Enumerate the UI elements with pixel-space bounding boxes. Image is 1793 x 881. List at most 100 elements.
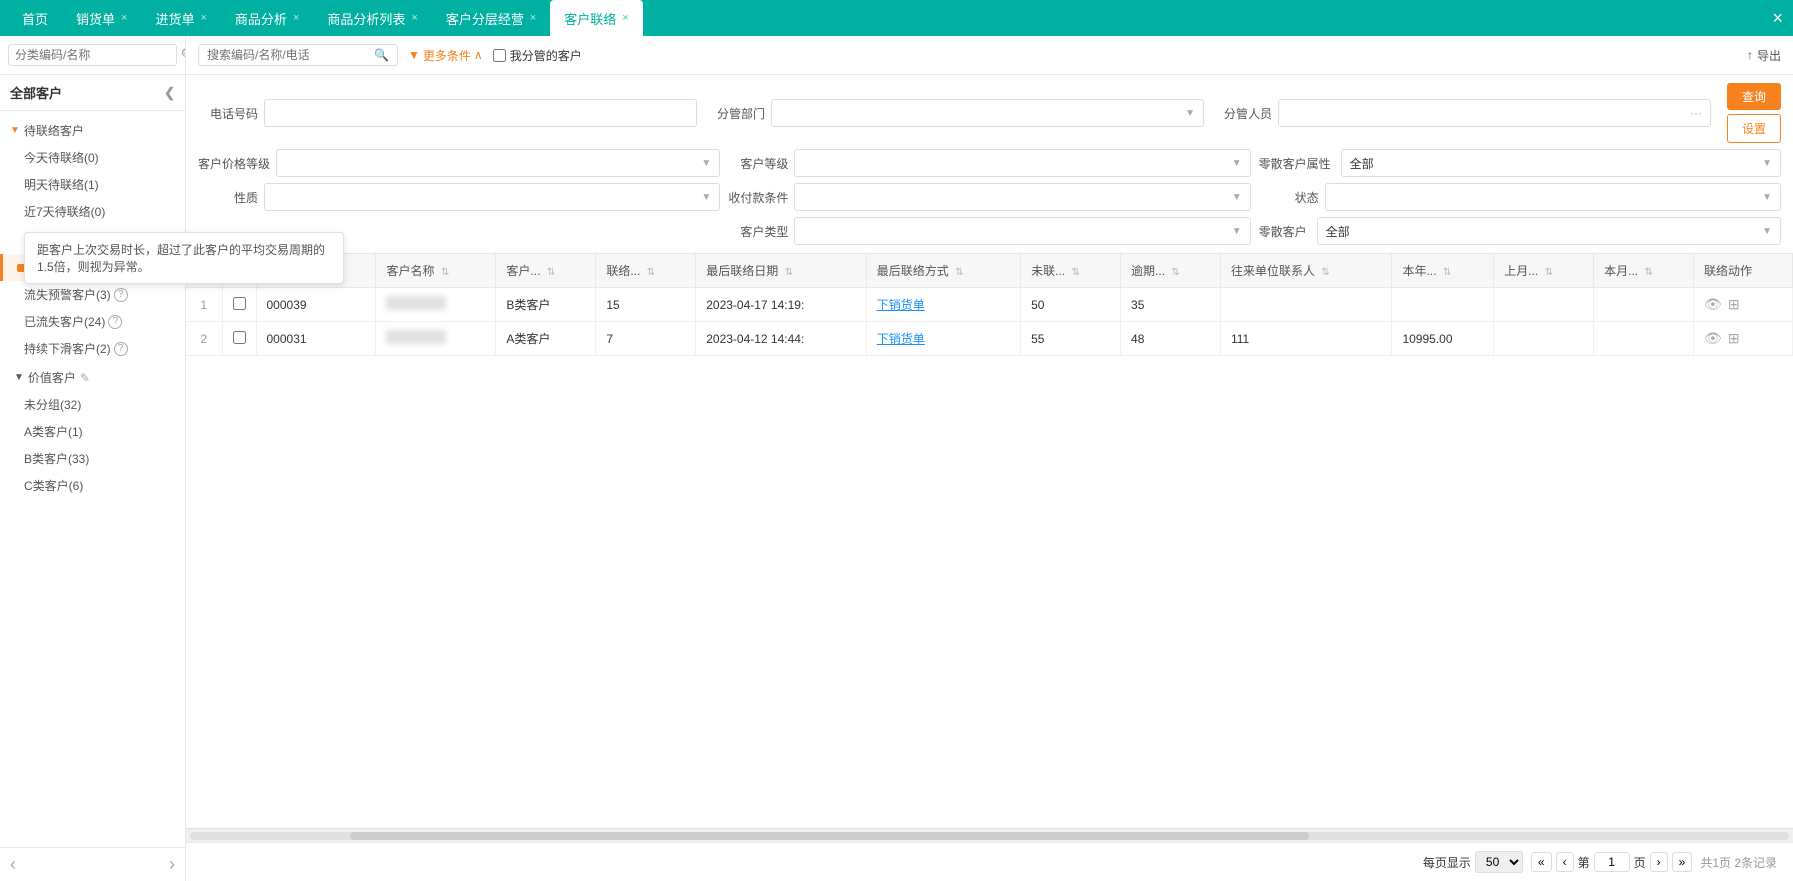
nav-sales-order[interactable]: 销货单 × xyxy=(62,0,141,36)
row-1-view-icon[interactable]: 👁 xyxy=(1704,296,1722,313)
first-page-btn[interactable]: « xyxy=(1531,852,1552,872)
tree-item-class-c[interactable]: C类客户(6) xyxy=(0,472,185,499)
th-customer-type: 客户... ⇅ xyxy=(496,254,596,288)
th-this-year: 本年... ⇅ xyxy=(1392,254,1494,288)
sidebar-next-icon[interactable]: › xyxy=(169,854,175,875)
tree-item-tomorrow[interactable]: 明天待联络(1) xyxy=(0,171,185,198)
scrollbar-track[interactable] xyxy=(190,832,1789,840)
sort-method[interactable]: ⇅ xyxy=(955,267,963,278)
status-input[interactable]: ▼ xyxy=(1325,183,1781,211)
nav-home[interactable]: 首页 xyxy=(8,0,62,36)
help-icon-churned[interactable]: ? xyxy=(108,315,122,329)
scattered-attr-select[interactable]: 全部 ▼ xyxy=(1341,149,1781,177)
sort-contact[interactable]: ⇅ xyxy=(647,267,655,278)
phone-input[interactable] xyxy=(264,99,697,127)
row-2-person: 111 xyxy=(1220,322,1392,356)
sort-name[interactable]: ⇅ xyxy=(441,267,449,278)
sidebar-collapse-icon[interactable]: ❮ xyxy=(164,85,175,101)
my-customers-checkbox-area: 我分管的客户 xyxy=(493,47,582,64)
tree-item-churned[interactable]: 已流失客户(24) ? xyxy=(0,308,185,335)
manager-input[interactable]: ··· xyxy=(1278,99,1711,127)
per-page-area: 每页显示 50 xyxy=(1423,851,1523,873)
customer-table: ⚙ 客户编码 ⇅ 客户名称 ⇅ 客户... xyxy=(186,254,1793,356)
window-close-icon[interactable]: × xyxy=(1772,8,1783,29)
close-product-analysis-list[interactable]: × xyxy=(411,12,417,24)
sidebar-search-input[interactable] xyxy=(8,44,177,66)
payment-input[interactable]: ▼ xyxy=(794,183,1250,211)
th-last-contact-date: 最后联络日期 ⇅ xyxy=(696,254,867,288)
tree-group-value-title[interactable]: ▼ 价值客户 ✎ xyxy=(0,364,185,391)
nav-customer-segmentation[interactable]: 客户分层经营 × xyxy=(432,0,550,36)
main-search-input[interactable] xyxy=(207,48,374,62)
tree-item-churn-warning[interactable]: 流失预警客户(3) ? xyxy=(0,281,185,308)
sort-overdue[interactable]: ⇅ xyxy=(1171,267,1179,278)
close-product-analysis[interactable]: × xyxy=(293,12,299,24)
more-filters-btn[interactable]: ▼ 更多条件 ∧ xyxy=(408,47,483,64)
tree-item-7days[interactable]: 近7天待联络(0) xyxy=(0,198,185,225)
close-purchase-order[interactable]: × xyxy=(200,12,206,24)
close-customer-contact[interactable]: × xyxy=(622,12,628,24)
tree-item-today[interactable]: 今天待联络(0) xyxy=(0,144,185,171)
help-icon-declining[interactable]: ? xyxy=(114,342,128,356)
value-group-edit[interactable]: ✎ xyxy=(80,371,90,385)
total-records-label: 共1页 2条记录 xyxy=(1700,854,1777,871)
nav-customer-contact[interactable]: 客户联络 × xyxy=(550,0,642,36)
last-page-btn[interactable]: » xyxy=(1672,852,1693,872)
sort-lastmonth[interactable]: ⇅ xyxy=(1545,267,1553,278)
price-level-input[interactable]: ▼ xyxy=(276,149,720,177)
tree-group-pending-title[interactable]: ▼ 待联络客户 xyxy=(0,117,185,144)
customer-type-input[interactable]: ▼ xyxy=(794,217,1250,245)
scrollbar-thumb[interactable] xyxy=(350,832,1309,840)
prev-page-btn[interactable]: ‹ xyxy=(1556,852,1574,872)
filter-row-3: 性质 ▼ 收付款条件 ▼ 状态 ▼ xyxy=(198,183,1781,211)
level-down-arrow: ▼ xyxy=(1232,158,1242,169)
sort-year[interactable]: ⇅ xyxy=(1443,267,1451,278)
field-phone: 电话号码 xyxy=(198,99,697,127)
row-1-method-link[interactable]: 下销货单 xyxy=(877,298,925,312)
sidebar-header: 全部客户 ❮ xyxy=(0,75,185,111)
row-2-view-icon[interactable]: 👁 xyxy=(1704,330,1722,347)
row-1-uncontacted: 50 xyxy=(1021,288,1121,322)
sort-thismonth[interactable]: ⇅ xyxy=(1645,267,1653,278)
sort-date[interactable]: ⇅ xyxy=(785,267,793,278)
row-1-checkbox[interactable] xyxy=(233,297,246,310)
sort-uncontacted[interactable]: ⇅ xyxy=(1071,267,1079,278)
query-button[interactable]: 查询 xyxy=(1727,83,1781,110)
per-page-select[interactable]: 50 xyxy=(1475,851,1523,873)
horizontal-scrollbar[interactable] xyxy=(186,828,1793,842)
next-page-btn[interactable]: › xyxy=(1650,852,1668,872)
main-search-icon[interactable]: 🔍 xyxy=(374,48,389,62)
row-2-more-icon[interactable]: ⊞ xyxy=(1728,330,1740,347)
page-number-input[interactable] xyxy=(1594,852,1630,872)
help-icon-churn[interactable]: ? xyxy=(114,288,128,302)
settings-button[interactable]: 设置 xyxy=(1727,114,1781,143)
sort-person[interactable]: ⇅ xyxy=(1321,267,1329,278)
row-1-more-icon[interactable]: ⊞ xyxy=(1728,296,1740,313)
row-1-overdue: 35 xyxy=(1121,288,1221,322)
tree-item-declining[interactable]: 持续下滑客户(2) ? xyxy=(0,335,185,362)
tree-item-class-a[interactable]: A类客户(1) xyxy=(0,418,185,445)
sidebar-prev-icon[interactable]: ‹ xyxy=(10,854,16,875)
sort-type[interactable]: ⇅ xyxy=(547,267,555,278)
scattered-customer-select[interactable]: 全部 ▼ xyxy=(1317,217,1781,245)
field-customer-type: 客户类型 ▼ xyxy=(728,217,1250,245)
filter-row-1: 电话号码 分管部门 ▼ 分管人员 ··· 查询 设置 xyxy=(198,83,1781,143)
nav-purchase-order[interactable]: 进货单 × xyxy=(141,0,220,36)
tree-item-class-b[interactable]: B类客户(33) xyxy=(0,445,185,472)
nav-product-analysis-list[interactable]: 商品分析列表 × xyxy=(313,0,431,36)
nature-input[interactable]: ▼ xyxy=(264,183,720,211)
close-customer-segmentation[interactable]: × xyxy=(530,12,536,24)
nav-product-analysis[interactable]: 商品分析 × xyxy=(221,0,313,36)
dept-input[interactable]: ▼ xyxy=(771,99,1204,127)
row-2-method-link[interactable]: 下销货单 xyxy=(877,332,925,346)
tree-item-unclassified[interactable]: 未分组(32) xyxy=(0,391,185,418)
customer-level-input[interactable]: ▼ xyxy=(794,149,1250,177)
th-actions: 联络动作 xyxy=(1694,254,1793,288)
row-1-actions: 👁 ⊞ xyxy=(1694,288,1793,322)
row-2-checkbox[interactable] xyxy=(233,331,246,344)
field-customer-level: 客户等级 ▼ xyxy=(728,149,1250,177)
my-customers-checkbox[interactable] xyxy=(493,49,506,62)
manager-dots[interactable]: ··· xyxy=(1690,106,1702,120)
close-sales-order[interactable]: × xyxy=(121,12,127,24)
export-button[interactable]: ↑ 导出 xyxy=(1747,47,1781,64)
